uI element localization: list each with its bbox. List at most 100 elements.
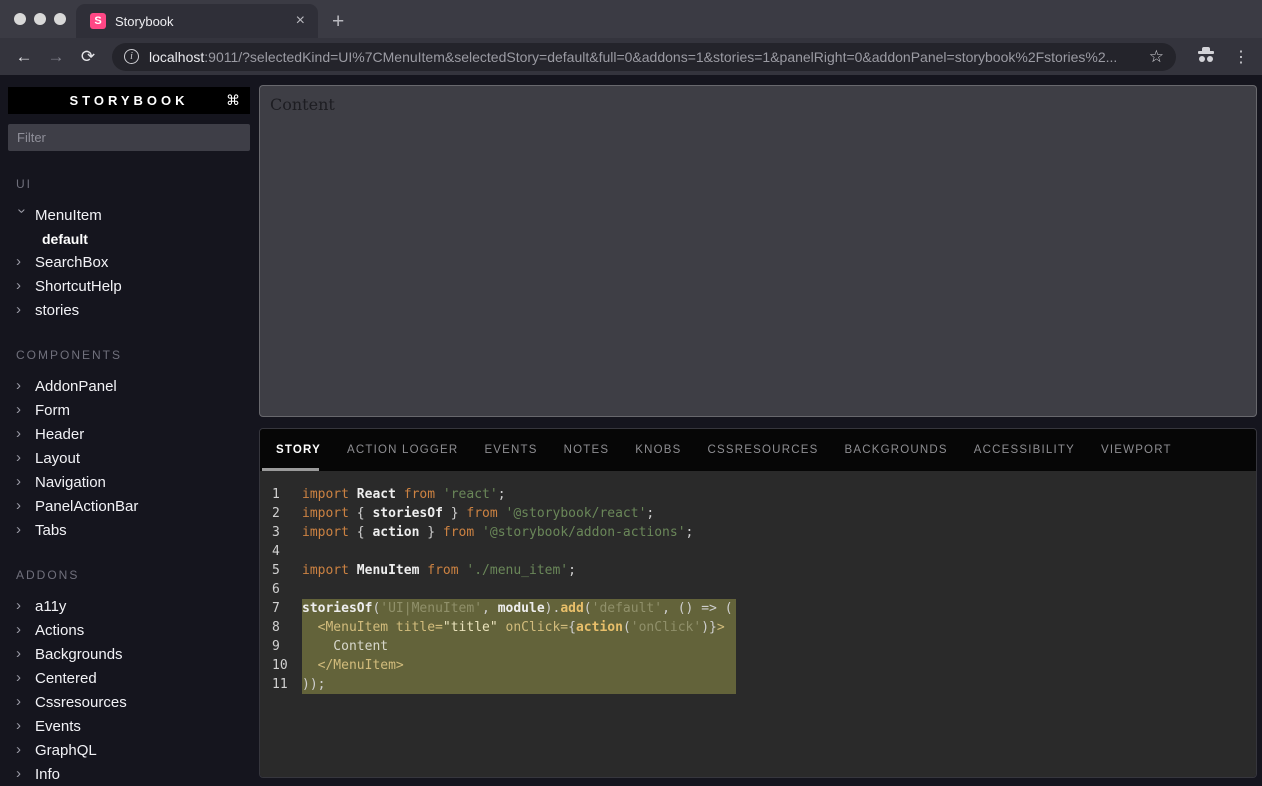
line-number: 2	[272, 506, 280, 521]
sidebar-item-label: Actions	[35, 621, 85, 639]
browser-tab[interactable]: S Storybook ×	[76, 4, 318, 38]
chevron-right-icon: ›	[16, 692, 21, 710]
sidebar-item-label: Cssresources	[35, 693, 127, 711]
site-info-icon[interactable]: i	[124, 49, 139, 64]
code-line: 4	[272, 542, 1256, 561]
filter-input[interactable]	[8, 124, 250, 151]
addon-panel: STORY ACTION LOGGER EVENTS NOTES KNOBS CSSRES…	[259, 428, 1257, 778]
code-text: </MenuItem>	[302, 656, 736, 675]
code-line: 5 import MenuItem from './menu_item';	[272, 561, 1256, 580]
chevron-right-icon: ›	[16, 424, 21, 442]
sidebar-item-header[interactable]: › Header	[16, 422, 250, 446]
window-minimize-button[interactable]	[34, 13, 46, 25]
line-number: 3	[272, 525, 280, 540]
panel-tab-accessibility[interactable]: ACCESSIBILITY	[974, 429, 1075, 471]
sidebar-item-menuitem[interactable]: › MenuItem	[13, 203, 250, 227]
sidebar-item-actions[interactable]: › Actions	[16, 618, 250, 642]
new-tab-button[interactable]: +	[332, 11, 344, 32]
sidebar-item-label: Navigation	[35, 473, 106, 491]
sidebar-item-label: Backgrounds	[35, 645, 123, 663]
tree-section-ui: UI › MenuItem default › SearchBox › ShortcutHel…	[13, 177, 250, 322]
sidebar-item-addonpanel[interactable]: › AddonPanel	[16, 374, 250, 398]
storybook-app: STORYBOOK ⌘ UI › MenuItem default › SearchBox…	[0, 75, 1262, 786]
code-text: <MenuItem title="title" onClick={action(…	[302, 618, 736, 637]
sidebar-item-label: Info	[35, 765, 61, 783]
incognito-icon	[1194, 47, 1218, 62]
line-number: 10	[272, 658, 288, 673]
chevron-down-icon: ›	[13, 208, 31, 213]
window-zoom-button[interactable]	[54, 13, 66, 25]
command-key-icon[interactable]: ⌘	[226, 92, 240, 109]
sidebar-item-tabs[interactable]: › Tabs	[16, 518, 250, 542]
sidebar-item-events[interactable]: › Events	[16, 714, 250, 738]
code-line: 11));	[272, 675, 1256, 694]
sidebar-item-shortcuthelp[interactable]: › ShortcutHelp	[16, 274, 250, 298]
sidebar-item-centered[interactable]: › Centered	[16, 666, 250, 690]
code-line: 1 import React from 'react';	[272, 485, 1256, 504]
code-line: 2 import { storiesOf } from '@storybook/r…	[272, 504, 1256, 523]
code-line: 7 storiesOf('UI|MenuItem', module).add('d…	[272, 599, 1256, 618]
back-button[interactable]: ←	[10, 43, 38, 71]
story-code-view: 1 import React from 'react'; 2 import { sto…	[260, 471, 1256, 777]
window-close-button[interactable]	[14, 13, 26, 25]
sidebar-item-form[interactable]: › Form	[16, 398, 250, 422]
story-item-default[interactable]: default	[16, 227, 250, 250]
browser-menu-icon[interactable]: ⋮	[1230, 47, 1252, 67]
sidebar-item-label: Events	[35, 717, 81, 735]
sidebar-item-label: a11y	[35, 597, 67, 615]
sidebar-item-searchbox[interactable]: › SearchBox	[16, 250, 250, 274]
chevron-right-icon: ›	[16, 300, 21, 318]
sidebar-item-info[interactable]: › Info	[16, 762, 250, 786]
chevron-right-icon: ›	[16, 376, 21, 394]
sidebar-item-backgrounds[interactable]: › Backgrounds	[16, 642, 250, 666]
line-number: 6	[272, 582, 280, 597]
line-number: 5	[272, 563, 280, 578]
line-number: 7	[272, 601, 280, 616]
panel-tab-cssresources[interactable]: CSSRESOURCES	[708, 429, 819, 471]
sidebar-item-layout[interactable]: › Layout	[16, 446, 250, 470]
panel-tab-backgrounds[interactable]: BACKGROUNDS	[844, 429, 947, 471]
chevron-right-icon: ›	[16, 472, 21, 490]
reload-button[interactable]: ⟳	[74, 43, 102, 71]
preview-iframe: Content	[259, 85, 1257, 417]
storybook-favicon-icon: S	[90, 13, 106, 29]
chevron-right-icon: ›	[16, 716, 21, 734]
section-label-ui: UI	[16, 177, 32, 191]
sidebar-item-a11y[interactable]: › a11y	[16, 594, 250, 618]
sidebar-item-label: ShortcutHelp	[35, 277, 122, 295]
sidebar-item-cssresources[interactable]: › Cssresources	[16, 690, 250, 714]
chevron-right-icon: ›	[16, 668, 21, 686]
sidebar-item-label: MenuItem	[35, 206, 102, 224]
sidebar-item-stories[interactable]: › stories	[16, 298, 250, 322]
line-number: 8	[272, 620, 280, 635]
main-column: Content STORY ACTION LOGGER EVENTS NOTES KNO…	[258, 75, 1262, 786]
sidebar-item-label: Layout	[35, 449, 81, 467]
chevron-right-icon: ›	[16, 740, 21, 758]
bookmark-star-icon[interactable]: ☆	[1149, 47, 1164, 67]
sidebar-item-label: GraphQL	[35, 741, 97, 759]
forward-button[interactable]: →	[42, 43, 70, 71]
panel-tab-story[interactable]: STORY	[262, 429, 321, 471]
sidebar-item-panelactionbar[interactable]: › PanelActionBar	[16, 494, 250, 518]
sidebar-item-navigation[interactable]: › Navigation	[16, 470, 250, 494]
addon-panel-tabs: STORY ACTION LOGGER EVENTS NOTES KNOBS CSSRES…	[260, 429, 1256, 471]
panel-tab-knobs[interactable]: KNOBS	[635, 429, 681, 471]
code-text: import MenuItem from './menu_item';	[302, 563, 576, 578]
line-number: 9	[272, 639, 280, 654]
panel-tab-action-logger[interactable]: ACTION LOGGER	[347, 429, 458, 471]
chevron-right-icon: ›	[16, 400, 21, 418]
sidebar-item-graphql[interactable]: › GraphQL	[16, 738, 250, 762]
panel-tab-viewport[interactable]: VIEWPORT	[1101, 429, 1172, 471]
preview-content-text: Content	[270, 95, 335, 114]
sidebar-item-label: AddonPanel	[35, 377, 117, 395]
sidebar: STORYBOOK ⌘ UI › MenuItem default › SearchBox…	[0, 75, 258, 786]
section-label-components: COMPONENTS	[16, 348, 123, 362]
code-text: import { action } from '@storybook/addon…	[302, 525, 694, 540]
code-text: import { storiesOf } from '@storybook/re…	[302, 506, 655, 521]
url-text: localhost:9011/?selectedKind=UI%7CMenuIt…	[149, 49, 1141, 65]
address-bar[interactable]: i localhost:9011/?selectedKind=UI%7CMenu…	[112, 42, 1176, 71]
tab-close-icon[interactable]: ×	[293, 13, 308, 29]
code-line: 9 Content	[272, 637, 1256, 656]
panel-tab-events[interactable]: EVENTS	[484, 429, 537, 471]
panel-tab-notes[interactable]: NOTES	[564, 429, 610, 471]
